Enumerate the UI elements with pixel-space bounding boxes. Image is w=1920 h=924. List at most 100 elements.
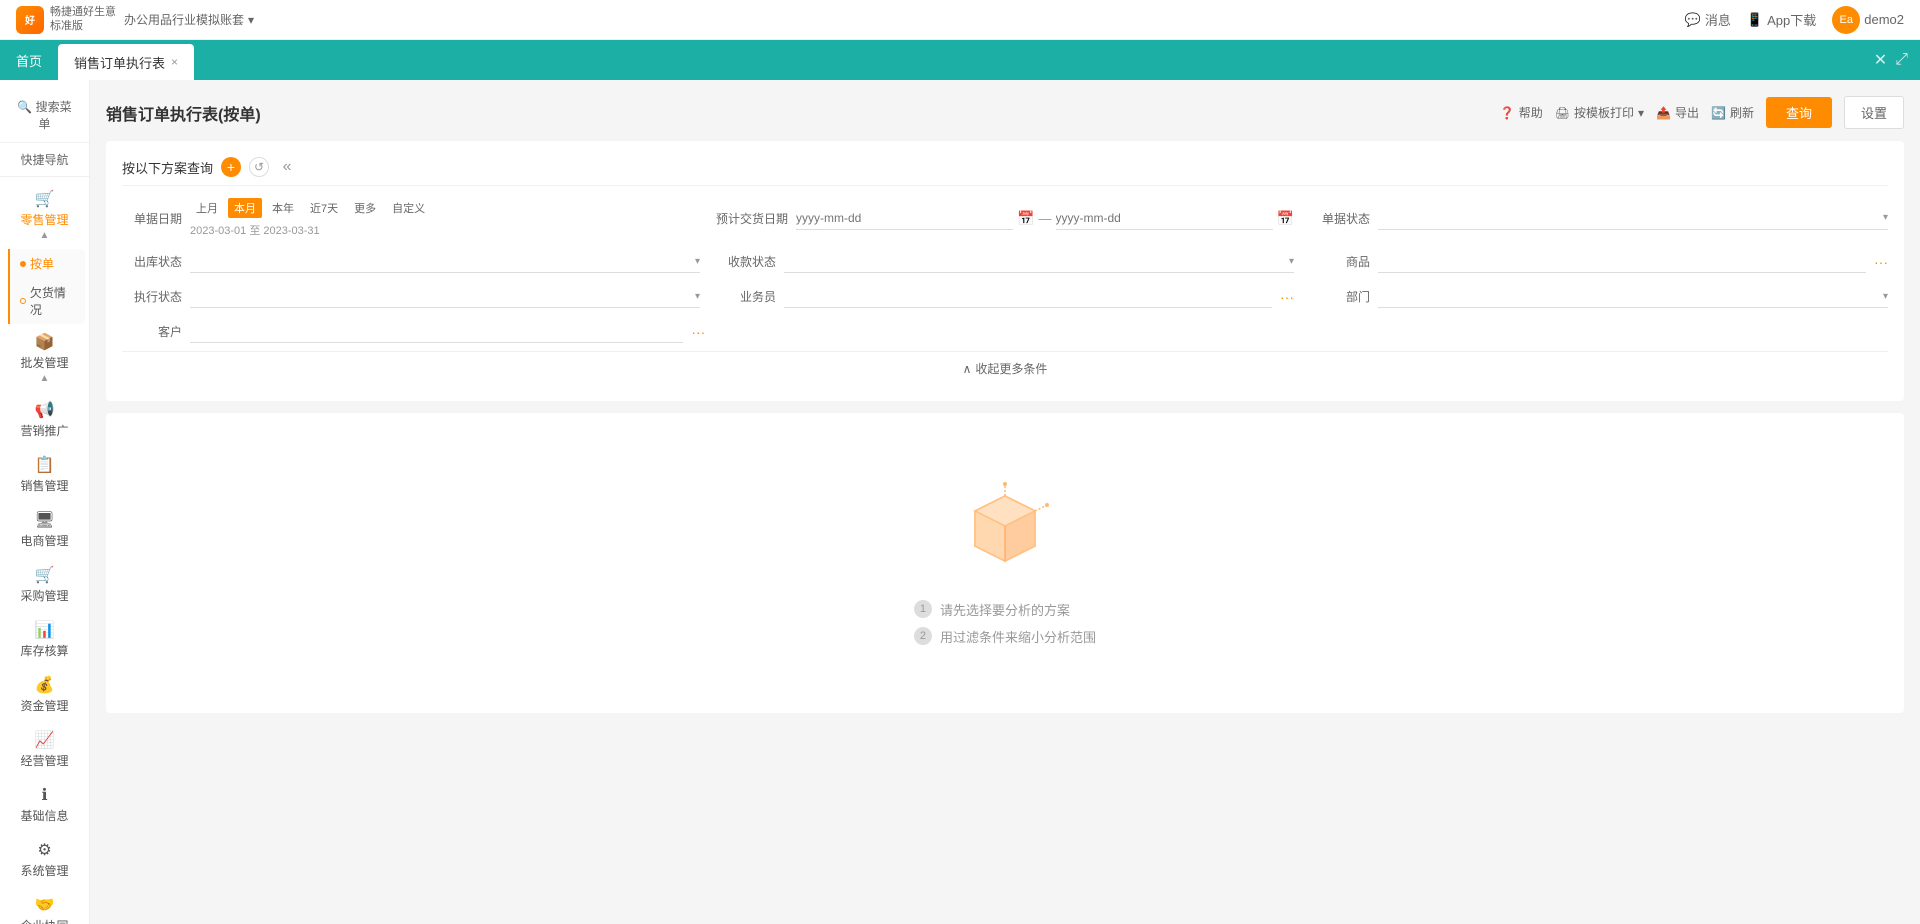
delivery-status-select-input[interactable] [190, 254, 695, 268]
receipt-status-label: 收款状态 [716, 253, 776, 270]
tab-close-icon[interactable]: × [171, 55, 178, 69]
filter-delivery-status-field: 出库状态 ▾ [122, 250, 700, 273]
sidebar-item-system[interactable]: ⚙ 系统管理 [0, 832, 89, 887]
department-select-input[interactable] [1378, 289, 1883, 303]
filter-department-field: 部门 ▾ [1310, 285, 1888, 308]
filter-circle-button[interactable]: ↺ [249, 157, 269, 177]
salesperson-more-icon[interactable]: ··· [1280, 289, 1294, 305]
order-status-select-input[interactable] [1378, 211, 1883, 225]
basic-icon: ℹ [41, 785, 47, 805]
expected-delivery-start-input[interactable] [796, 207, 1013, 230]
sidebar-sub-item-按单[interactable]: 按单 [10, 249, 85, 278]
sidebar-sub-retail: 按单 欠货情况 [8, 249, 85, 324]
expected-delivery-date-range: 📅 — 📅 [796, 207, 1294, 230]
system-icon: ⚙ [37, 840, 51, 860]
calendar-icon-start[interactable]: 📅 [1017, 210, 1034, 227]
export-button[interactable]: 📤 导出 [1656, 104, 1699, 121]
execution-status-select-input[interactable] [190, 289, 695, 303]
filter-panel: 按以下方案查询 + ↺ « 单据日期 上月 本月 本年 [106, 141, 1904, 401]
sidebar-item-enterprise[interactable]: 🤝 企业协同 [0, 887, 89, 924]
receipt-status-select-input[interactable] [784, 254, 1289, 268]
user-profile[interactable]: Ea demo2 [1832, 6, 1904, 34]
filter-add-button[interactable]: + [221, 157, 241, 177]
customer-input[interactable] [190, 320, 683, 343]
avatar: Ea [1832, 6, 1860, 34]
sidebar-item-operations[interactable]: 📈 经营管理 [0, 722, 89, 777]
date-tab-custom[interactable]: 自定义 [386, 198, 431, 218]
window-expand-icon[interactable]: ⤢ [1895, 51, 1908, 69]
order-status-dropdown-icon: ▾ [1883, 212, 1888, 223]
marketing-icon: 📢 [35, 400, 55, 420]
refresh-button[interactable]: 🔄 刷新 [1711, 104, 1754, 121]
search-menu-button[interactable]: 🔍 搜索菜单 [8, 94, 81, 136]
expected-delivery-label: 预计交货日期 [716, 210, 788, 227]
date-tab-last-month[interactable]: 上月 [190, 198, 224, 218]
ecommerce-icon: 🖥 [34, 510, 54, 530]
date-tab-this-year[interactable]: 本年 [266, 198, 300, 218]
date-tabs: 上月 本月 本年 近7天 更多 自定义 [190, 198, 700, 218]
breadcrumb-dropdown-icon[interactable]: ▾ [248, 13, 254, 27]
product-more-icon[interactable]: ··· [1874, 254, 1888, 270]
help-button[interactable]: ❓ 帮助 [1500, 104, 1543, 121]
date-range-text: 2023-03-01 至 2023-03-31 [190, 222, 700, 238]
date-label: 单据日期 [122, 210, 182, 227]
step-num-2: 2 [914, 627, 932, 645]
expected-delivery-end-input[interactable] [1056, 207, 1273, 230]
sidebar-search-section: 🔍 搜索菜单 [0, 88, 89, 143]
calendar-icon-end[interactable]: 📅 [1277, 210, 1294, 227]
date-tab-this-month[interactable]: 本月 [228, 198, 262, 218]
retail-icon: 🛒 [35, 189, 55, 209]
department-select[interactable]: ▾ [1378, 285, 1888, 308]
wholesale-icon: 📦 [35, 332, 55, 352]
app-logo-icon: 好 [16, 6, 44, 34]
sidebar-quick-nav[interactable]: 快捷导航 [0, 147, 89, 177]
filter-customer-field: 客户 ··· [122, 320, 705, 343]
execution-status-dropdown-icon: ▾ [695, 291, 700, 302]
message-action[interactable]: 💬 消息 [1685, 10, 1731, 29]
filter-section-title: 按以下方案查询 [122, 158, 213, 177]
sidebar-item-purchase[interactable]: 🛒 采购管理 [0, 557, 89, 612]
order-status-select[interactable]: ▾ [1378, 207, 1888, 230]
tab-home[interactable]: 首页 [0, 40, 58, 80]
filter-rows: 单据日期 上月 本月 本年 近7天 更多 自定义 2023-03-01 至 20… [122, 198, 1888, 343]
tab-bar-actions: ✕ ⤢ [1874, 50, 1920, 70]
sidebar-item-finance[interactable]: 💰 资金管理 [0, 667, 89, 722]
filter-row-1: 单据日期 上月 本月 本年 近7天 更多 自定义 2023-03-01 至 20… [122, 198, 1888, 238]
sidebar-item-retail[interactable]: 🛒 零售管理 ▲ [0, 181, 89, 249]
product-label: 商品 [1310, 253, 1370, 270]
sidebar-sub-item-欠货情况[interactable]: 欠货情况 [10, 278, 85, 324]
sidebar-item-sales[interactable]: 📋 销售管理 [0, 447, 89, 502]
filter-collapse-button[interactable]: « [277, 157, 297, 177]
query-button[interactable]: 查询 [1766, 97, 1832, 128]
filter-collapse-more-btn[interactable]: ∧ 收起更多条件 [122, 351, 1888, 385]
delivery-status-select[interactable]: ▾ [190, 250, 700, 273]
sidebar-item-ecommerce[interactable]: 🖥 电商管理 [0, 502, 89, 557]
salesperson-input[interactable] [784, 285, 1272, 308]
app-download-action[interactable]: 📱 App下载 [1747, 10, 1816, 29]
page-actions: ❓ 帮助 🖨 按模板打印 ▾ 📤 导出 🔄 刷新 查询 设置 [1500, 96, 1904, 129]
tab-sales-order-execution[interactable]: 销售订单执行表 × [58, 44, 194, 80]
date-tab-more[interactable]: 更多 [348, 198, 382, 218]
print-button[interactable]: 🖨 按模板打印 ▾ [1555, 104, 1644, 121]
top-header: 好 畅捷通好生意 标准版 办公用品行业模拟账套 ▾ 💬 消息 📱 App下载 E… [0, 0, 1920, 40]
print-dropdown-icon[interactable]: ▾ [1638, 106, 1644, 120]
customer-more-icon[interactable]: ··· [691, 324, 705, 340]
execution-status-label: 执行状态 [122, 288, 182, 305]
sidebar: 🔍 搜索菜单 快捷导航 🛒 零售管理 ▲ 按单 欠货情况 📦 批发管理 [0, 80, 90, 924]
product-input[interactable] [1378, 250, 1866, 273]
receipt-status-select[interactable]: ▾ [784, 250, 1294, 273]
execution-status-select[interactable]: ▾ [190, 285, 700, 308]
sidebar-item-marketing[interactable]: 📢 营销推广 [0, 392, 89, 447]
sidebar-item-basic[interactable]: ℹ 基础信息 [0, 777, 89, 832]
window-close-icon[interactable]: ✕ [1874, 50, 1887, 70]
date-tab-7days[interactable]: 近7天 [304, 198, 344, 218]
settings-button[interactable]: 设置 [1844, 96, 1904, 129]
receipt-status-dropdown-icon: ▾ [1289, 256, 1294, 267]
breadcrumb[interactable]: 办公用品行业模拟账套 ▾ [124, 11, 254, 28]
print-icon: 🖨 [1555, 106, 1570, 120]
empty-box-svg [955, 481, 1055, 581]
sidebar-item-inventory[interactable]: 📊 库存核算 [0, 612, 89, 667]
filter-row-2: 出库状态 ▾ 收款状态 ▾ 商品 [122, 250, 1888, 273]
sidebar-item-wholesale[interactable]: 📦 批发管理 ▲ [0, 324, 89, 392]
tab-bar: 首页 销售订单执行表 × ✕ ⤢ [0, 40, 1920, 80]
